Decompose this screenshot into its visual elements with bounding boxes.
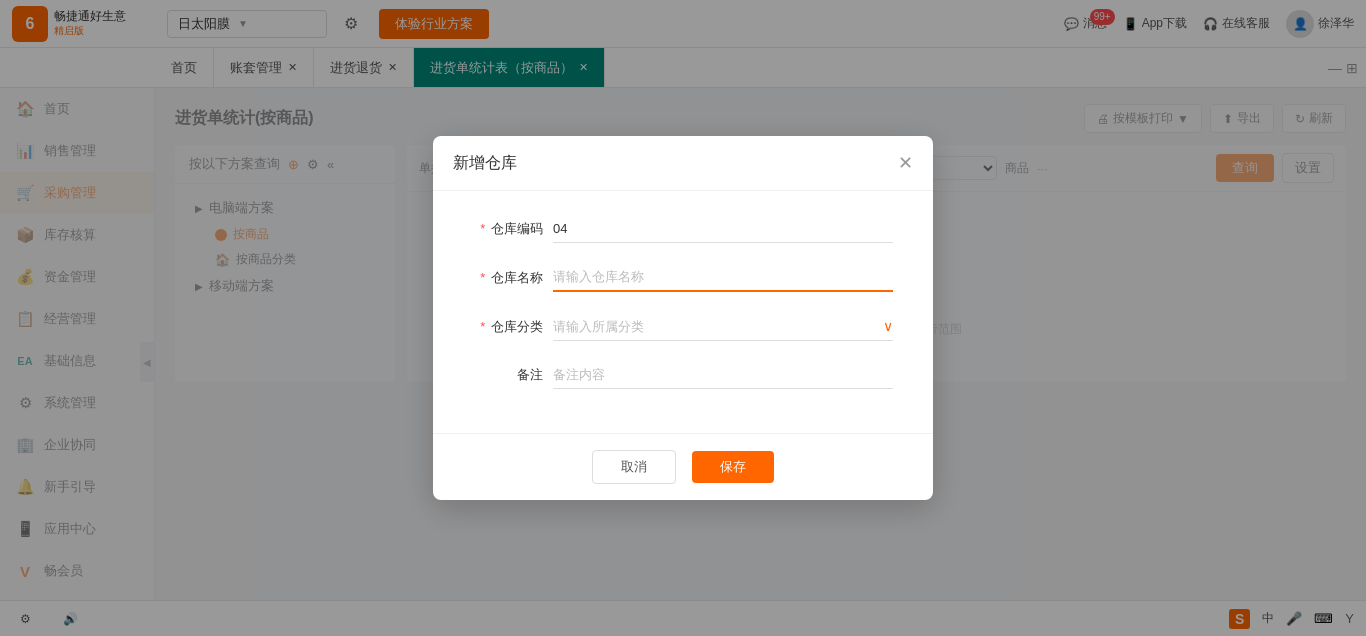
modal-title: 新增仓库 [453,153,517,174]
modal-footer: 取消 保存 [433,433,933,500]
warehouse-code-label: * 仓库编码 [473,220,553,238]
warehouse-code-input[interactable] [553,215,893,243]
modal-close-button[interactable]: ✕ [898,152,913,174]
warehouse-category-select[interactable]: ∨ [553,312,893,341]
modal-body: * 仓库编码 * 仓库名称 * 仓库分类 [433,191,933,433]
warehouse-category-input[interactable] [553,319,883,334]
remark-label: 备注 [473,366,553,384]
warehouse-name-input[interactable] [553,263,893,292]
modal-header: 新增仓库 ✕ [433,136,933,191]
modal-add-warehouse: 新增仓库 ✕ * 仓库编码 * 仓库名称 [433,136,933,500]
save-button[interactable]: 保存 [692,451,774,483]
cancel-button[interactable]: 取消 [592,450,676,484]
remark-input[interactable] [553,361,893,389]
warehouse-name-row: * 仓库名称 [473,263,893,292]
warehouse-category-label: * 仓库分类 [473,318,553,336]
remark-row: 备注 [473,361,893,389]
chevron-down-icon: ∨ [883,318,893,334]
warehouse-name-label: * 仓库名称 [473,269,553,287]
modal-overlay[interactable]: 新增仓库 ✕ * 仓库编码 * 仓库名称 [0,0,1366,636]
warehouse-category-row: * 仓库分类 ∨ [473,312,893,341]
warehouse-code-row: * 仓库编码 [473,215,893,243]
